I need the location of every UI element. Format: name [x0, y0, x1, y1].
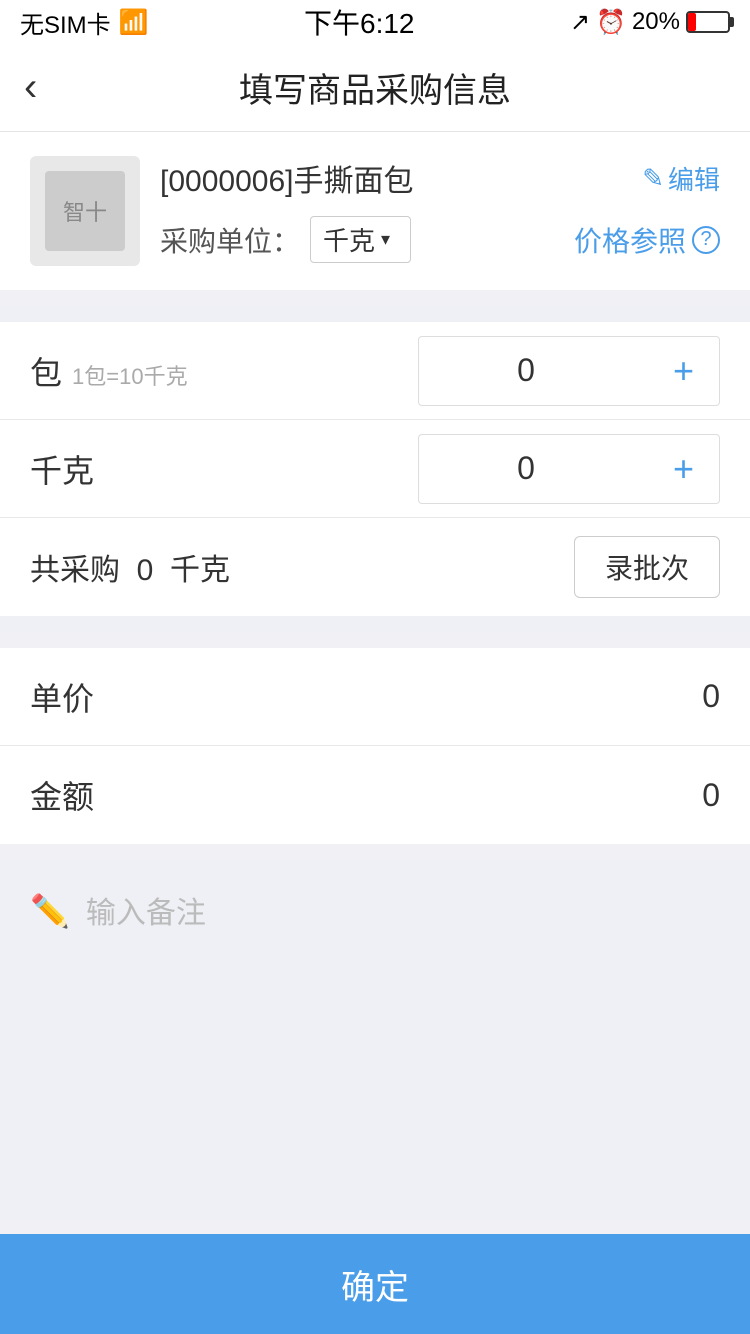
confirm-label: 确定: [341, 1260, 409, 1309]
price-ref-button[interactable]: 价格参照 ?: [574, 220, 720, 260]
amount-label: 金额: [30, 772, 94, 818]
product-name: [0000006]手撕面包: [160, 156, 413, 200]
product-logo: 智十: [45, 171, 125, 251]
input-section: 包 1包=10千克 + 千克 +: [0, 322, 750, 518]
product-info: [0000006]手撕面包 ✎ 编辑 采购单位： 千克 价格参照 ?: [160, 156, 720, 263]
kg-label: 千克: [30, 446, 94, 492]
confirm-button[interactable]: 确定: [0, 1234, 750, 1334]
alarm-icon: ⏰: [596, 8, 626, 37]
unit-price-row: 单价 0: [0, 648, 750, 746]
summary-row: 共采购 0 千克 录批次: [0, 518, 750, 616]
amount-value: 0: [702, 777, 720, 814]
kg-plus-button[interactable]: +: [648, 434, 720, 504]
bag-plus-button[interactable]: +: [648, 336, 720, 406]
amount-row: 金额 0: [0, 746, 750, 844]
bag-label: 包 1包=10千克: [30, 348, 188, 394]
unit-price-label: 单价: [30, 674, 94, 720]
location-icon: ↗: [570, 8, 590, 37]
page-title: 填写商品采购信息: [239, 63, 511, 112]
back-button[interactable]: ‹: [24, 65, 37, 110]
carrier-label: 无SIM卡: [20, 5, 111, 40]
status-bar: 无SIM卡 📶 下午6:12 ↗ ⏰ 20%: [0, 0, 750, 44]
product-name-row: [0000006]手撕面包 ✎ 编辑: [160, 156, 720, 200]
kg-quantity-input[interactable]: [418, 434, 648, 504]
bag-input-row: 包 1包=10千克 +: [0, 322, 750, 420]
price-section: 单价 0 金额 0: [0, 648, 750, 844]
nav-bar: ‹ 填写商品采购信息: [0, 44, 750, 132]
edit-icon: ✎: [642, 163, 664, 194]
notes-section[interactable]: ✏️ 输入备注: [0, 860, 750, 1220]
divider-1: [0, 306, 750, 322]
record-batch-button[interactable]: 录批次: [574, 536, 720, 598]
pencil-icon: ✏️: [30, 892, 70, 930]
status-left: 无SIM卡 📶: [20, 5, 149, 40]
unit-price-value: 0: [702, 678, 720, 715]
edit-button[interactable]: ✎ 编辑: [642, 160, 720, 197]
kg-input-row: 千克 +: [0, 420, 750, 518]
product-unit-row: 采购单位： 千克 价格参照 ?: [160, 216, 720, 263]
notes-placeholder: 输入备注: [86, 888, 206, 932]
bag-input-right: +: [418, 336, 720, 406]
summary-label: 共采购 0 千克: [30, 545, 230, 589]
product-image: 智十: [30, 156, 140, 266]
unit-prefix-label: 采购单位：: [160, 220, 300, 260]
product-card: 智十 [0000006]手撕面包 ✎ 编辑 采购单位： 千克 价格参照 ?: [0, 132, 750, 290]
status-right: ↗ ⏰ 20%: [570, 8, 730, 37]
divider-2: [0, 616, 750, 632]
unit-select[interactable]: 千克: [310, 216, 411, 263]
wifi-icon: 📶: [119, 8, 149, 37]
bag-quantity-input[interactable]: [418, 336, 648, 406]
bag-sublabel: 1包=10千克: [72, 359, 188, 391]
price-ref-icon: ?: [692, 226, 720, 254]
status-time: 下午6:12: [304, 2, 415, 42]
battery-icon: [686, 11, 730, 33]
kg-input-right: +: [418, 434, 720, 504]
battery-percentage: 20%: [632, 8, 680, 36]
